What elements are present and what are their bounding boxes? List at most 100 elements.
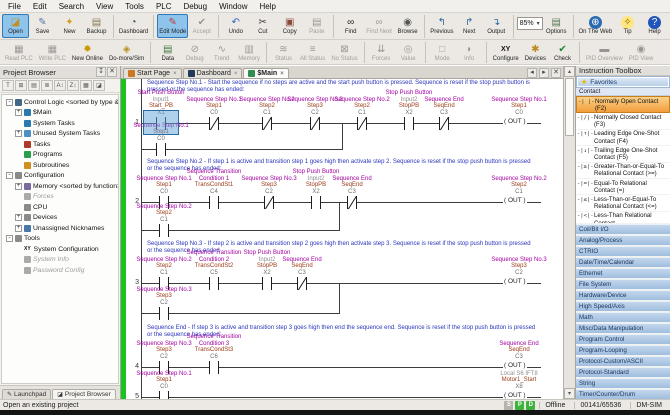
new-online-button[interactable]: ✹ New Online [69, 41, 106, 65]
browser-toolbar-icon-2[interactable]: ▤ [28, 80, 40, 91]
data-button[interactable]: ▤ Data [154, 41, 181, 65]
menu-edit[interactable]: Edit [27, 2, 53, 11]
menu-help[interactable]: Help [254, 2, 282, 11]
menu-debug[interactable]: Debug [178, 2, 214, 11]
category-string[interactable]: String [576, 378, 670, 388]
copy-button[interactable]: ▣ Copy [276, 14, 303, 38]
output-button[interactable]: ↴ Output [483, 14, 510, 38]
menu-file[interactable]: File [2, 2, 27, 11]
instruction-less-than-or-equal-to-relation[interactable]: -|≤|- Less-Than-or-Equal-To Relational Co… [576, 195, 670, 212]
normally-open-contact[interactable] [159, 277, 161, 290]
category-file-system[interactable]: File System [576, 279, 670, 289]
browser-toolbar-icon-0[interactable]: T [2, 80, 14, 91]
normally-open-contact[interactable] [209, 196, 211, 209]
tree-item-programs[interactable]: Programs [4, 150, 118, 161]
instruction-normally-open-contact-f2[interactable]: -| |- Normally Open Contact (F2) [576, 96, 670, 114]
instruction-less-than-relational-contact[interactable]: -|<|-Less-Than Relational Contact [576, 212, 670, 223]
tree-item-system-tasks[interactable]: System Tasks [4, 118, 118, 129]
tree-item-main[interactable]: + $Main [4, 108, 118, 119]
tab-start-page[interactable]: Start Page × [123, 68, 182, 78]
normally-open-contact[interactable] [159, 391, 161, 399]
options-button[interactable]: ▤ Options [543, 14, 570, 38]
category-misc-data-manipulation[interactable]: Misc/Data Manipulation [576, 323, 670, 333]
category-timer-counter-drum[interactable]: Timer/Counter/Drum [576, 389, 670, 399]
dashboard-button[interactable]: ◔ Dashboard [117, 14, 150, 38]
tree-item-tasks[interactable]: Tasks [4, 139, 118, 150]
collapse-icon[interactable]: - [6, 172, 13, 180]
browser-toolbar-icon-3[interactable]: ≣ [41, 80, 53, 91]
normally-open-contact[interactable] [156, 143, 158, 156]
tree-item-memory-sorted-by-function[interactable]: + Memory <sorted by function> [4, 181, 118, 192]
browser-toolbar-icon-6[interactable]: ▦ [80, 80, 92, 91]
bottom-tab-launchpad[interactable]: ✎ Launchpad [2, 389, 52, 399]
tree-item-unused-system-tasks[interactable]: + Unused System Tasks [4, 129, 118, 140]
tab-dashboard[interactable]: Dashboard × [182, 68, 243, 78]
edit-mode-button[interactable]: ✎ Edit Mode [157, 14, 189, 38]
menu-search[interactable]: Search [53, 2, 90, 11]
normally-open-contact[interactable] [404, 117, 406, 130]
output-coil[interactable]: ( OUT ) [503, 362, 527, 369]
scrollbar-track[interactable] [564, 137, 575, 388]
category-math[interactable]: Math [576, 312, 670, 322]
expand-icon[interactable]: + [15, 214, 22, 222]
find-button[interactable]: ∞ Find [337, 14, 364, 38]
normally-open-contact[interactable] [159, 361, 161, 374]
browser-toolbar-icon-4[interactable]: A↕ [54, 80, 66, 91]
category-ethernet[interactable]: Ethernet [576, 268, 670, 278]
scrollbar-thumb[interactable] [565, 78, 574, 136]
menu-window[interactable]: Window [213, 2, 253, 11]
bottom-tab-project-browser[interactable]: ◪ Project Browser [52, 389, 116, 399]
category-ctrio[interactable]: CTRIO [576, 246, 670, 256]
normally-open-contact[interactable] [209, 277, 211, 290]
close-icon[interactable]: ✕ [107, 67, 117, 77]
rung-comment[interactable]: Sequence Step No.3 - If step 2 is active… [147, 241, 537, 255]
category-program-control[interactable]: Program Control [576, 334, 670, 344]
scroll-up-icon[interactable]: ▴ [564, 66, 575, 77]
category-coil-bit-i-o[interactable]: Coil/Bit I/O [576, 224, 670, 234]
tree-item-devices[interactable]: + Devices [4, 213, 118, 224]
category-hardware-device[interactable]: Hardware/Device [576, 290, 670, 300]
browse-button[interactable]: ◉ Browse [394, 14, 421, 38]
expand-icon[interactable]: + [15, 182, 22, 190]
next-button[interactable]: ↱ Next [456, 14, 483, 38]
tree-item-configuration[interactable]: - Configuration [4, 171, 118, 182]
category-analog-process[interactable]: Analog/Process [576, 235, 670, 245]
normally-open-contact[interactable] [159, 307, 161, 320]
tab-close-icon[interactable]: ✕ [551, 68, 561, 78]
undo-button[interactable]: ↶ Undo [222, 14, 249, 38]
category-date-time-calendar[interactable]: Date/Time/Calendar [576, 257, 670, 267]
collapse-icon[interactable]: - [6, 235, 13, 243]
help-button[interactable]: ? Help [641, 14, 668, 38]
tree-item-subroutines[interactable]: Subroutines [4, 160, 118, 171]
backup-button[interactable]: ▤ Backup [83, 14, 110, 38]
browser-toolbar-icon-1[interactable]: ⊞ [15, 80, 27, 91]
favorites-bar[interactable]: ★ Favorites [576, 76, 670, 88]
tab-scroll-right-icon[interactable]: ▸ [539, 68, 549, 78]
cut-button[interactable]: ✂ Cut [249, 14, 276, 38]
output-coil[interactable]: ( OUT ) [503, 278, 527, 285]
collapse-icon[interactable]: - [6, 98, 13, 106]
instruction-leading-edge-one-shot-contact[interactable]: -|↑|- Leading Edge One-Shot Contact (F4) [576, 130, 670, 147]
output-coil[interactable]: ( OUT ) [503, 118, 527, 125]
browser-toolbar-icon-7[interactable]: ◪ [93, 80, 105, 91]
tab-main[interactable]: $Main × [243, 68, 289, 78]
category-high-speed-axis[interactable]: High Speed/Axis [576, 301, 670, 311]
devices-button[interactable]: ✱ Devices [522, 41, 549, 65]
output-coil[interactable]: ( OUT ) [503, 197, 527, 204]
output-coil[interactable]: ( OUT ) [503, 392, 527, 399]
tree-item-forces[interactable]: Forces [4, 192, 118, 203]
normally-open-contact[interactable] [262, 277, 264, 290]
menu-plc[interactable]: PLC [150, 2, 178, 11]
category-program-looping[interactable]: Program-Looping [576, 345, 670, 355]
ladder-view[interactable]: Sequence Step No.1 - Start the sequence … [121, 79, 563, 399]
expand-icon[interactable]: + [15, 130, 22, 138]
tab-close-icon[interactable]: × [280, 71, 284, 77]
category-protocol-standard[interactable]: Protocol-Standard [576, 367, 670, 377]
contact-section-header[interactable]: Contact [576, 88, 670, 96]
category-protocol-custom-ascii[interactable]: Protocol-Custom/ASCII [576, 356, 670, 366]
tree-item-cpu[interactable]: CPU [4, 202, 118, 213]
instruction-normally-closed-contact-f3[interactable]: -|/|- Normally Closed Contact (F3) [576, 113, 670, 130]
editor-vertical-scrollbar[interactable]: ▴ ▾ [563, 66, 575, 399]
instruction-equal-to-relational-contact[interactable]: -|=|- Equal-To Relational Contact (=) [576, 179, 670, 196]
tab-scroll-left-icon[interactable]: ◂ [527, 68, 537, 78]
